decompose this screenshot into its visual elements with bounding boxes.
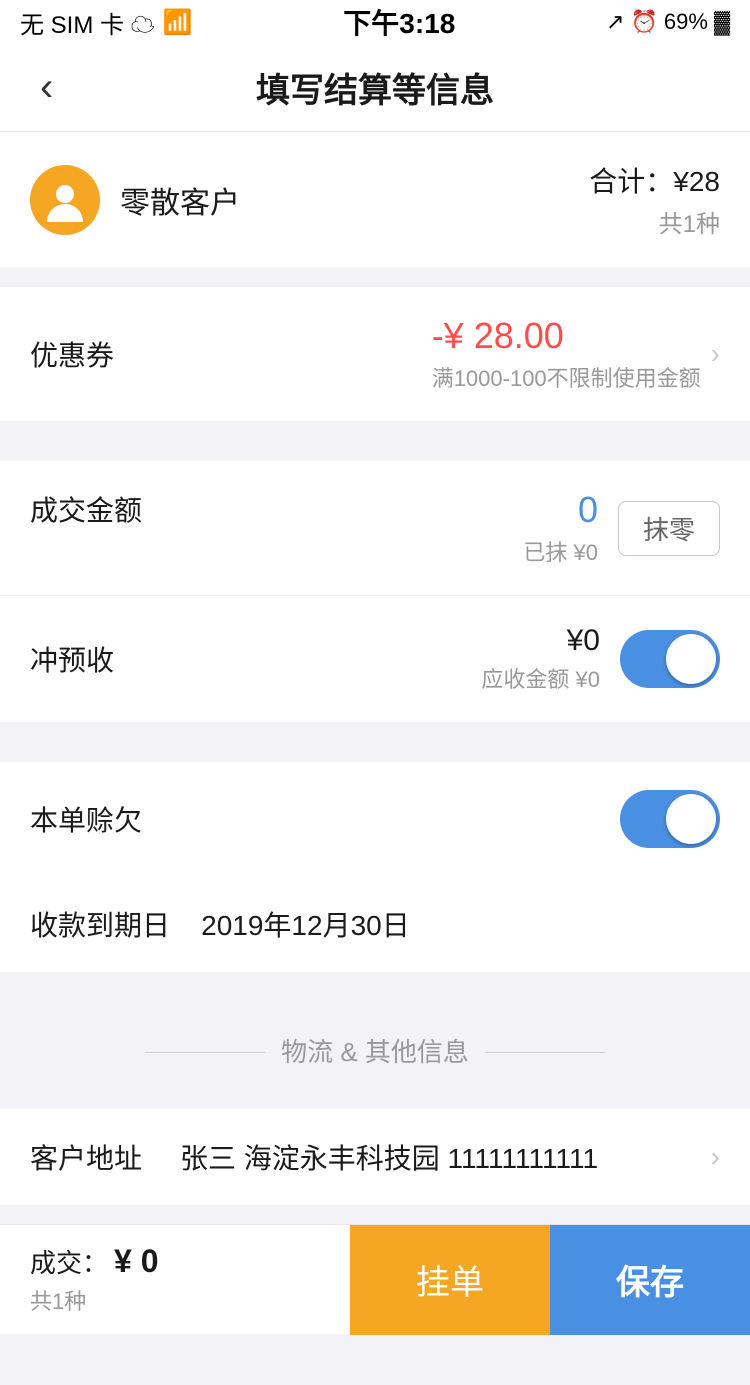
- logistics-section-label-row: 物流 & 其他信息: [0, 1012, 750, 1089]
- debt-section: 本单赊欠 收款到期日 2019年12月30日: [0, 762, 750, 972]
- wifi-icon: 📶: [163, 8, 193, 37]
- debt-toggle-knob: [666, 794, 716, 844]
- customer-total: 合计：¥28 共1种: [589, 160, 720, 239]
- address-value: 张三 海淀永丰科技园 11111111111: [180, 1137, 711, 1177]
- total-amount: 合计：¥28: [589, 160, 720, 200]
- coupon-right: -¥ 28.00 满1000-100不限制使用金额 ›: [432, 315, 720, 393]
- prepayment-label: 冲预收: [30, 639, 114, 679]
- prepayment-right: ¥0 应收金额 ¥0: [481, 624, 720, 694]
- section-divider-2: [0, 742, 750, 762]
- status-left: 无 SIM 卡 ☁ 📶: [20, 5, 193, 40]
- transaction-right: 0 已抹 ¥0 抹零: [523, 489, 720, 567]
- debt-row: 本单赊欠: [0, 762, 750, 876]
- coupon-label: 优惠券: [30, 334, 114, 374]
- alarm-icon: ⏰: [630, 9, 657, 35]
- due-date-row: 收款到期日 2019年12月30日: [0, 876, 750, 972]
- coupon-info: -¥ 28.00 满1000-100不限制使用金额: [432, 315, 701, 393]
- address-label: 客户地址: [30, 1137, 160, 1177]
- bottom-info: 成交： ¥ 0 共1种: [0, 1243, 350, 1316]
- customer-avatar: [30, 165, 100, 235]
- due-date-content: 收款到期日 2019年12月30日: [30, 910, 410, 941]
- prepayment-toggle[interactable]: [620, 630, 720, 688]
- round-off-button[interactable]: 抹零: [618, 501, 720, 556]
- status-bar: 无 SIM 卡 ☁ 📶 下午3:18 ↗ ⏰ 69% ▓: [0, 0, 750, 44]
- prepayment-row: 冲预收 ¥0 应收金额 ¥0: [0, 596, 750, 722]
- customer-row: 零散客户 合计：¥28 共1种: [0, 132, 750, 267]
- coupon-row[interactable]: 优惠券 -¥ 28.00 满1000-100不限制使用金额 ›: [0, 287, 750, 421]
- address-arrow-icon: ›: [711, 1141, 720, 1173]
- page-title: 填写结算等信息: [256, 63, 494, 112]
- section-divider-3: [0, 992, 750, 1012]
- due-date-label: 收款到期日: [30, 910, 170, 941]
- transaction-value: 0: [578, 489, 598, 530]
- bottom-amount: ¥ 0: [114, 1243, 158, 1280]
- total-count: 共1种: [589, 204, 720, 239]
- prepayment-sub: 应收金额 ¥0: [481, 662, 600, 694]
- status-right: ↗ ⏰ 69% ▓: [606, 9, 730, 35]
- address-row[interactable]: 客户地址 张三 海淀永丰科技园 11111111111 ›: [0, 1109, 750, 1205]
- location-icon: ↗: [606, 9, 624, 35]
- back-button[interactable]: ‹: [30, 55, 63, 120]
- due-date-value: 2019年12月30日: [201, 910, 410, 941]
- transaction-sub: 已抹 ¥0: [523, 535, 598, 567]
- logistics-section-label: 物流 & 其他信息: [281, 1037, 469, 1067]
- customer-left: 零散客户: [30, 165, 240, 235]
- transaction-label: 成交金额: [30, 489, 190, 529]
- coupon-discount: -¥ 28.00: [432, 315, 701, 357]
- bottom-count: 共1种: [30, 1284, 320, 1316]
- transaction-amount-row: 成交金额 0 已抹 ¥0 抹零: [0, 461, 750, 596]
- signal-text: 无 SIM 卡 ☁: [20, 5, 155, 40]
- battery-icon: ▓: [714, 9, 730, 35]
- section-divider-4: [0, 1089, 750, 1109]
- section-divider-1: [0, 441, 750, 461]
- hold-button[interactable]: 挂单: [350, 1225, 550, 1335]
- coupon-description: 满1000-100不限制使用金额: [432, 361, 701, 393]
- transaction-value-group: 0 已抹 ¥0: [523, 489, 598, 567]
- status-time: 下午3:18: [343, 2, 455, 42]
- avatar-icon: [43, 178, 87, 222]
- nav-bar: ‹ 填写结算等信息: [0, 44, 750, 132]
- bottom-bar: 成交： ¥ 0 共1种 挂单 保存: [0, 1224, 750, 1334]
- transaction-section: 成交金额 0 已抹 ¥0 抹零 冲预收 ¥0 应收金额 ¥0: [0, 461, 750, 722]
- debt-label: 本单赊欠: [30, 799, 142, 839]
- bottom-deal-label: 成交：: [30, 1243, 108, 1280]
- battery-percent: 69%: [664, 9, 708, 35]
- debt-toggle[interactable]: [620, 790, 720, 848]
- prepayment-main-value: ¥0: [481, 624, 600, 658]
- toggle-knob: [666, 634, 716, 684]
- customer-name: 零散客户: [120, 178, 240, 222]
- save-button[interactable]: 保存: [550, 1225, 750, 1335]
- address-section: 客户地址 张三 海淀永丰科技园 11111111111 ›: [0, 1109, 750, 1205]
- content-area: 零散客户 合计：¥28 共1种 优惠券 -¥ 28.00 满1000-100不限…: [0, 132, 750, 1385]
- prepayment-values: ¥0 应收金额 ¥0: [481, 624, 600, 694]
- customer-section: 零散客户 合计：¥28 共1种: [0, 132, 750, 267]
- coupon-arrow-icon: ›: [711, 338, 720, 370]
- coupon-section[interactable]: 优惠券 -¥ 28.00 满1000-100不限制使用金额 ›: [0, 287, 750, 421]
